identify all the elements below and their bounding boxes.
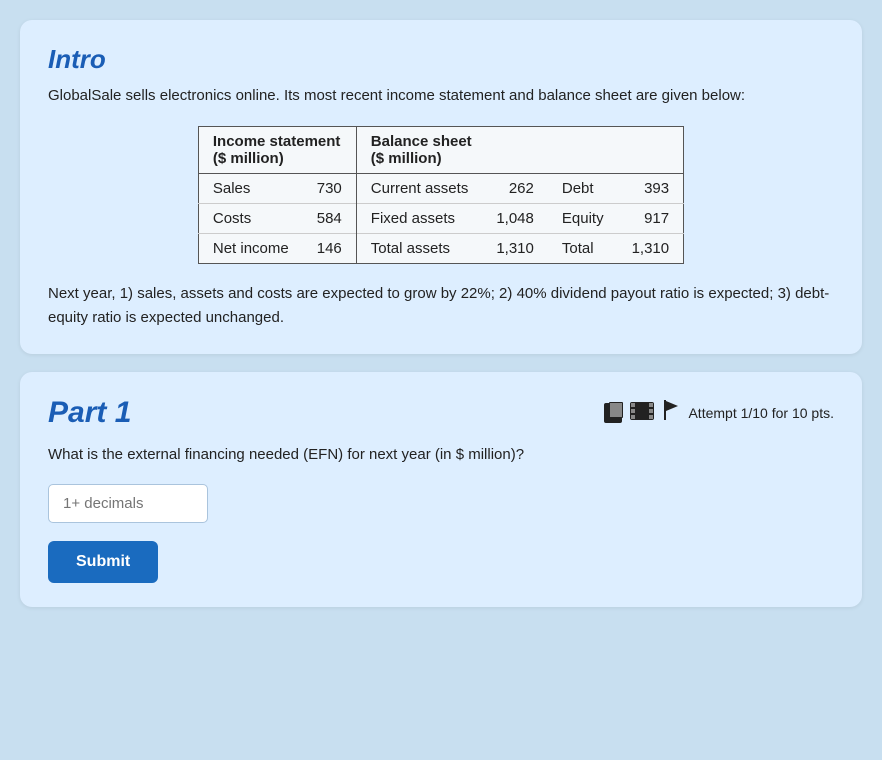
- part1-header: Part 1: [48, 396, 834, 430]
- bs-value-total-assets: 1,310: [482, 233, 548, 263]
- intro-description: GlobalSale sells electronics online. Its…: [48, 85, 834, 108]
- bs-value-debt: 393: [618, 173, 684, 203]
- bs-label-equity: Equity: [548, 203, 618, 233]
- balance-sheet-header: Balance sheet ($ million): [356, 126, 683, 173]
- submit-button[interactable]: Submit: [48, 541, 158, 583]
- financial-table: Income statement ($ million) Balance she…: [198, 126, 684, 264]
- part1-title: Part 1: [48, 396, 131, 430]
- intro-title: Intro: [48, 44, 834, 75]
- financial-table-wrap: Income statement ($ million) Balance she…: [48, 126, 834, 264]
- part1-question: What is the external financing needed (E…: [48, 444, 834, 467]
- income-statement-header: Income statement ($ million): [198, 126, 356, 173]
- bs-label-total-assets: Total assets: [356, 233, 482, 263]
- bs-label-total: Total: [548, 233, 618, 263]
- is-label-sales: Sales: [198, 173, 302, 203]
- table-row: Net income 146 Total assets 1,310 Total …: [198, 233, 683, 263]
- flag-icon[interactable]: [662, 400, 680, 425]
- is-value-net-income: 146: [303, 233, 357, 263]
- bs-value-current-assets: 262: [482, 173, 548, 203]
- copy-icon[interactable]: [604, 403, 622, 423]
- bs-value-total: 1,310: [618, 233, 684, 263]
- video-icon[interactable]: [630, 402, 654, 423]
- bs-label-current-assets: Current assets: [356, 173, 482, 203]
- part1-card: Part 1: [20, 372, 862, 608]
- is-label-costs: Costs: [198, 203, 302, 233]
- table-row: Sales 730 Current assets 262 Debt 393: [198, 173, 683, 203]
- efn-input[interactable]: [48, 484, 208, 523]
- is-label-net-income: Net income: [198, 233, 302, 263]
- attempt-label: Attempt 1/10 for 10 pts.: [688, 405, 834, 421]
- bs-label-fixed-assets: Fixed assets: [356, 203, 482, 233]
- part1-meta: Attempt 1/10 for 10 pts.: [604, 400, 834, 425]
- bs-value-equity: 917: [618, 203, 684, 233]
- intro-note: Next year, 1) sales, assets and costs ar…: [48, 282, 834, 330]
- is-value-sales: 730: [303, 173, 357, 203]
- table-row: Costs 584 Fixed assets 1,048 Equity 917: [198, 203, 683, 233]
- is-value-costs: 584: [303, 203, 357, 233]
- bs-value-fixed-assets: 1,048: [482, 203, 548, 233]
- intro-card: Intro GlobalSale sells electronics onlin…: [20, 20, 862, 354]
- bs-label-debt: Debt: [548, 173, 618, 203]
